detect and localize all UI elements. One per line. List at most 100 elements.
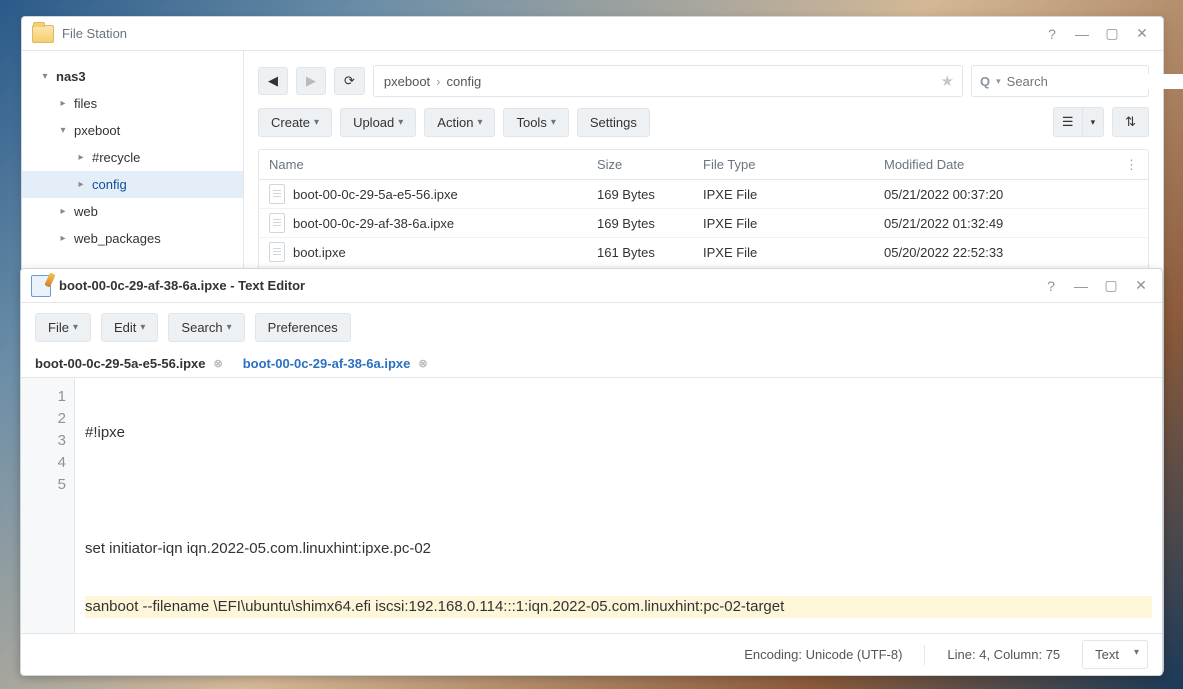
help-button[interactable]: ?: [1041, 23, 1063, 45]
text-editor-titlebar: boot-00-0c-29-af-38-6a.ipxe - Text Edito…: [21, 269, 1162, 303]
col-menu[interactable]: ⋮: [1115, 157, 1148, 173]
file-date: 05/21/2022 01:32:49: [874, 216, 1122, 231]
file-name: boot.ipxe: [293, 245, 346, 260]
chevron-right-icon[interactable]: ▸: [76, 179, 86, 190]
chevron-right-icon[interactable]: ▸: [58, 206, 68, 217]
folder-icon: [32, 25, 54, 43]
sort-button[interactable]: ⇅: [1112, 107, 1149, 137]
text-editor-icon: [31, 275, 51, 297]
line-number: 1: [21, 386, 66, 408]
action-button[interactable]: Action: [424, 108, 495, 137]
code-line: set initiator-iqn iqn.2022-05.com.linuxh…: [85, 538, 1152, 560]
file-icon: [269, 213, 285, 233]
tree-config[interactable]: ▸ config: [22, 171, 243, 198]
tools-button[interactable]: Tools: [503, 108, 568, 137]
file-icon: [269, 184, 285, 204]
breadcrumb-sep: ›: [436, 74, 440, 89]
table-row[interactable]: boot-00-0c-29-5a-e5-56.ipxe 169 Bytes IP…: [259, 180, 1148, 209]
tree-recycle[interactable]: ▸ #recycle: [22, 144, 243, 171]
window-title: boot-00-0c-29-af-38-6a.ipxe - Text Edito…: [59, 278, 305, 293]
nav-refresh-button[interactable]: ⟳: [334, 67, 365, 95]
chevron-down-icon[interactable]: ▾: [40, 71, 50, 82]
col-size[interactable]: Size: [587, 157, 693, 172]
table-row[interactable]: boot-00-0c-29-af-38-6a.ipxe 169 Bytes IP…: [259, 209, 1148, 238]
tab-label: boot-00-0c-29-af-38-6a.ipxe: [243, 356, 411, 371]
close-button[interactable]: ✕: [1130, 275, 1152, 297]
status-cursor: Line: 4, Column: 75: [947, 647, 1060, 662]
status-encoding: Encoding: Unicode (UTF-8): [744, 647, 902, 662]
divider: [924, 645, 925, 665]
table-row[interactable]: boot.ipxe 161 Bytes IPXE File 05/20/2022…: [259, 238, 1148, 267]
tree-files[interactable]: ▸ files: [22, 90, 243, 117]
breadcrumb-seg[interactable]: pxeboot: [384, 74, 430, 89]
file-type: IPXE File: [693, 216, 874, 231]
search-input[interactable]: [1007, 74, 1183, 89]
breadcrumb[interactable]: pxeboot › config ★: [373, 65, 963, 97]
create-button[interactable]: Create: [258, 108, 332, 137]
view-toggle: ☰ ▾: [1053, 107, 1104, 137]
close-icon[interactable]: ⊗: [214, 357, 223, 370]
chevron-right-icon[interactable]: ▸: [76, 152, 86, 163]
line-number: 3: [21, 430, 66, 452]
chevron-right-icon[interactable]: ▸: [58, 98, 68, 109]
editor-tab-active[interactable]: boot-00-0c-29-af-38-6a.ipxe ⊗: [243, 356, 428, 371]
file-type: IPXE File: [693, 187, 874, 202]
settings-button[interactable]: Settings: [577, 108, 650, 137]
search-box[interactable]: Q▾: [971, 65, 1149, 97]
view-dropdown[interactable]: ▾: [1083, 107, 1105, 137]
favorite-star-icon[interactable]: ★: [941, 72, 954, 90]
file-size: 169 Bytes: [587, 187, 693, 202]
preferences-menu[interactable]: Preferences: [255, 313, 351, 342]
search-menu[interactable]: Search: [168, 313, 244, 342]
line-number: 5: [21, 474, 66, 496]
editor-area: 1 2 3 4 5 #!ipxe set initiator-iqn iqn.2…: [21, 377, 1162, 633]
table-header: Name Size File Type Modified Date ⋮: [259, 150, 1148, 180]
minimize-button[interactable]: —: [1070, 275, 1092, 297]
file-type: IPXE File: [693, 245, 874, 260]
file-menu[interactable]: File: [35, 313, 91, 342]
col-date[interactable]: Modified Date: [874, 157, 1115, 172]
file-date: 05/20/2022 22:52:33: [874, 245, 1122, 260]
help-button[interactable]: ?: [1040, 275, 1062, 297]
code-editor[interactable]: #!ipxe set initiator-iqn iqn.2022-05.com…: [75, 378, 1162, 633]
breadcrumb-seg[interactable]: config: [447, 74, 482, 89]
edit-menu[interactable]: Edit: [101, 313, 158, 342]
code-line-highlighted: sanboot --filename \EFI\ubuntu\shimx64.e…: [85, 596, 1152, 618]
maximize-button[interactable]: ▢: [1100, 275, 1122, 297]
minimize-button[interactable]: —: [1071, 23, 1093, 45]
tab-label: boot-00-0c-29-5a-e5-56.ipxe: [35, 356, 206, 371]
file-name: boot-00-0c-29-5a-e5-56.ipxe: [293, 187, 458, 202]
close-button[interactable]: ✕: [1131, 23, 1153, 45]
tree-root[interactable]: ▾ nas3: [22, 63, 243, 90]
file-size: 169 Bytes: [587, 216, 693, 231]
status-bar: Encoding: Unicode (UTF-8) Line: 4, Colum…: [21, 633, 1162, 675]
line-gutter: 1 2 3 4 5: [21, 378, 75, 633]
chevron-down-icon[interactable]: ▾: [58, 125, 68, 136]
line-number: 4: [21, 452, 66, 474]
view-list-button[interactable]: ☰: [1053, 107, 1083, 137]
text-editor-window: boot-00-0c-29-af-38-6a.ipxe - Text Edito…: [20, 268, 1163, 676]
tree-web[interactable]: ▸ web: [22, 198, 243, 225]
window-title: File Station: [62, 26, 127, 41]
editor-tabs: boot-00-0c-29-5a-e5-56.ipxe ⊗ boot-00-0c…: [21, 352, 1162, 377]
tree-web-packages[interactable]: ▸ web_packages: [22, 225, 243, 252]
nav-back-button[interactable]: ◀: [258, 67, 288, 95]
close-icon[interactable]: ⊗: [418, 357, 427, 370]
chevron-down-icon[interactable]: ▾: [996, 76, 1001, 87]
file-date: 05/21/2022 00:37:20: [874, 187, 1122, 202]
col-name[interactable]: Name: [259, 157, 587, 172]
chevron-right-icon[interactable]: ▸: [58, 233, 68, 244]
search-icon: Q: [980, 74, 990, 89]
syntax-mode-select[interactable]: Text: [1082, 640, 1148, 669]
code-line: [85, 480, 1152, 502]
nav-forward-button[interactable]: ▶: [296, 67, 326, 95]
upload-button[interactable]: Upload: [340, 108, 416, 137]
file-icon: [269, 242, 285, 262]
file-name: boot-00-0c-29-af-38-6a.ipxe: [293, 216, 454, 231]
maximize-button[interactable]: ▢: [1101, 23, 1123, 45]
editor-tab[interactable]: boot-00-0c-29-5a-e5-56.ipxe ⊗: [35, 356, 223, 371]
tree-pxeboot[interactable]: ▾ pxeboot: [22, 117, 243, 144]
menu-bar: File Edit Search Preferences: [21, 303, 1162, 352]
col-type[interactable]: File Type: [693, 157, 874, 172]
file-size: 161 Bytes: [587, 245, 693, 260]
